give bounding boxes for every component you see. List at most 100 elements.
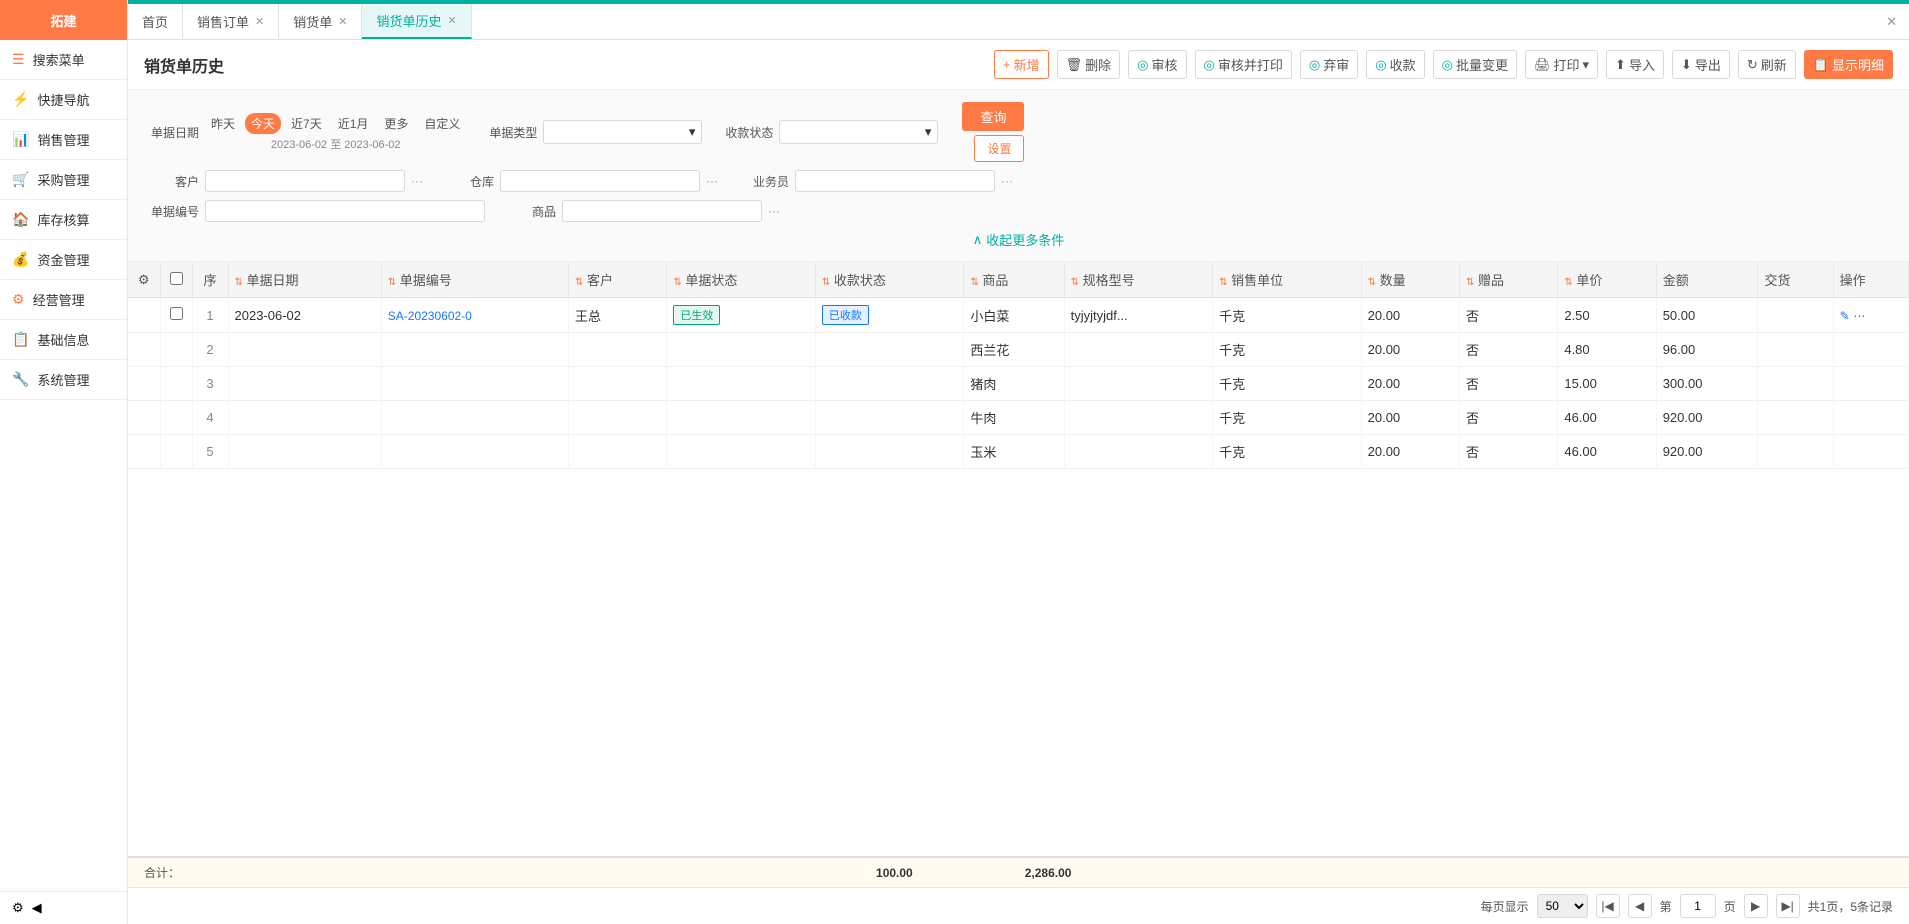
abandon-button[interactable]: ◎ 弃审 xyxy=(1300,50,1358,79)
refresh-button[interactable]: ↻ 刷新 xyxy=(1738,50,1796,79)
setup-button[interactable]: 设置 xyxy=(974,135,1024,162)
collapse-button[interactable]: ∧ 收起更多条件 xyxy=(973,230,1065,249)
delete-button[interactable]: 🗑 删除 xyxy=(1057,50,1121,79)
td-doc-no[interactable] xyxy=(381,367,568,401)
sidebar-item-basic-info[interactable]: 📋 基础信息 xyxy=(0,320,127,360)
settings-icon[interactable]: ⚙ xyxy=(12,900,24,916)
sidebar-item-quick-nav[interactable]: ⚡ 快捷导航 xyxy=(0,80,127,120)
sort-gift-icon[interactable]: ⇅ xyxy=(1466,277,1474,288)
date-tab-1month[interactable]: 近1月 xyxy=(332,113,375,134)
tab-close-all-button[interactable]: ✕ xyxy=(1874,14,1909,30)
td-action[interactable] xyxy=(1833,401,1908,435)
sort-unit-icon[interactable]: ⇅ xyxy=(1219,277,1227,288)
print-button[interactable]: 🖨 打印 ▾ xyxy=(1525,50,1598,79)
customer-input[interactable] xyxy=(205,170,405,192)
select-all-checkbox[interactable] xyxy=(170,272,183,285)
tab-sales-history[interactable]: 销货单历史 ✕ xyxy=(362,4,471,39)
last-page-button[interactable]: ▶| xyxy=(1776,894,1800,918)
td-transaction[interactable] xyxy=(1758,367,1833,401)
warehouse-ellipsis[interactable]: ··· xyxy=(706,174,718,188)
customer-ellipsis[interactable]: ··· xyxy=(411,174,423,188)
sort-goods-icon[interactable]: ⇅ xyxy=(970,277,978,288)
goods-ellipsis[interactable]: ··· xyxy=(768,204,780,218)
doc-no-input[interactable] xyxy=(205,200,485,222)
table-row: 2西兰花千克20.00否4.8096.00 xyxy=(128,333,1909,367)
review-print-button[interactable]: ◎ 审核并打印 xyxy=(1195,50,1292,79)
query-button[interactable]: 查询 xyxy=(962,102,1024,131)
td-doc-no[interactable] xyxy=(381,401,568,435)
collect-button[interactable]: ◎ 收款 xyxy=(1366,50,1424,79)
tab-sales-history-close[interactable]: ✕ xyxy=(448,14,457,27)
td-transaction[interactable] xyxy=(1758,298,1833,333)
add-button[interactable]: + 新增 xyxy=(994,50,1049,79)
collapse-icon[interactable]: ◀ xyxy=(32,900,42,916)
page-number-input[interactable] xyxy=(1680,894,1716,918)
sidebar-item-inventory[interactable]: 🏠 库存核算 xyxy=(0,200,127,240)
doc-type-select[interactable]: ▾ xyxy=(543,120,702,144)
th-spec[interactable]: ⇅ 规格型号 xyxy=(1064,262,1213,298)
export-icon: ⬇ xyxy=(1681,57,1692,73)
tab-sales-goods[interactable]: 销货单 ✕ xyxy=(279,4,362,39)
tab-home[interactable]: 首页 xyxy=(128,4,183,39)
payment-status-select[interactable]: ▾ xyxy=(779,120,938,144)
sort-customer-icon[interactable]: ⇅ xyxy=(575,277,583,288)
sidebar-item-search-menu[interactable]: ☰ 搜索菜单 xyxy=(0,40,127,80)
th-unit-price[interactable]: ⇅ 单价 xyxy=(1558,262,1656,298)
td-action[interactable] xyxy=(1833,333,1908,367)
settings-gear-icon[interactable]: ⚙ xyxy=(138,272,150,287)
th-gift[interactable]: ⇅ 赠品 xyxy=(1459,262,1557,298)
th-pay-status[interactable]: ⇅ 收款状态 xyxy=(815,262,964,298)
staff-ellipsis[interactable]: ··· xyxy=(1001,174,1013,188)
per-page-select[interactable]: 50 20 100 xyxy=(1537,894,1588,918)
td-action[interactable] xyxy=(1833,435,1908,469)
tab-sales-order[interactable]: 销售订单 ✕ xyxy=(183,4,279,39)
sidebar-item-purchase-mgmt[interactable]: 🛒 采购管理 xyxy=(0,160,127,200)
warehouse-input[interactable] xyxy=(500,170,700,192)
th-settings[interactable]: ⚙ xyxy=(128,262,160,298)
sort-spec-icon[interactable]: ⇅ xyxy=(1071,277,1079,288)
th-doc-status[interactable]: ⇅ 单据状态 xyxy=(667,262,816,298)
sidebar-item-sales-mgmt[interactable]: 📊 销售管理 xyxy=(0,120,127,160)
td-spec xyxy=(1064,401,1213,435)
th-doc-no[interactable]: ⇅ 单据编号 xyxy=(381,262,568,298)
td-transaction[interactable] xyxy=(1758,401,1833,435)
tab-sales-order-close[interactable]: ✕ xyxy=(255,15,264,28)
date-tab-yesterday[interactable]: 昨天 xyxy=(205,113,241,134)
td-doc-no[interactable]: SA-20230602-0 xyxy=(381,298,568,333)
export-button[interactable]: ⬇ 导出 xyxy=(1672,50,1730,79)
first-page-button[interactable]: |◀ xyxy=(1596,894,1620,918)
sort-docno-icon[interactable]: ⇅ xyxy=(388,277,396,288)
sort-unitprice-icon[interactable]: ⇅ xyxy=(1564,277,1572,288)
date-tab-today[interactable]: 今天 xyxy=(245,113,281,134)
sort-date-icon[interactable]: ⇅ xyxy=(235,277,243,288)
th-customer[interactable]: ⇅ 客户 xyxy=(568,262,666,298)
th-qty[interactable]: ⇅ 数量 xyxy=(1361,262,1459,298)
show-detail-button[interactable]: 📋 显示明细 xyxy=(1804,50,1893,79)
td-transaction[interactable] xyxy=(1758,333,1833,367)
th-date[interactable]: ⇅ 单据日期 xyxy=(228,262,381,298)
tab-sales-goods-close[interactable]: ✕ xyxy=(338,15,347,28)
td-action[interactable] xyxy=(1833,367,1908,401)
goods-input[interactable] xyxy=(562,200,762,222)
sidebar-item-fund-mgmt[interactable]: 💰 资金管理 xyxy=(0,240,127,280)
td-doc-no[interactable] xyxy=(381,435,568,469)
sidebar-item-ops-mgmt[interactable]: ⚙ 经营管理 xyxy=(0,280,127,320)
sort-qty-icon[interactable]: ⇅ xyxy=(1368,277,1376,288)
prev-page-button[interactable]: ◀ xyxy=(1628,894,1652,918)
sidebar-item-sys-mgmt[interactable]: 🔧 系统管理 xyxy=(0,360,127,400)
td-doc-no[interactable] xyxy=(381,333,568,367)
sort-paystatus-icon[interactable]: ⇅ xyxy=(822,277,830,288)
sort-docstatus-icon[interactable]: ⇅ xyxy=(673,277,681,288)
date-tab-custom[interactable]: 自定义 xyxy=(418,113,466,134)
staff-input[interactable] xyxy=(795,170,995,192)
td-action[interactable]: ✎ ⋯ xyxy=(1833,298,1908,333)
review-button[interactable]: ◎ 审核 xyxy=(1128,50,1186,79)
th-unit[interactable]: ⇅ 销售单位 xyxy=(1213,262,1362,298)
td-transaction[interactable] xyxy=(1758,435,1833,469)
batch-change-button[interactable]: ◎ 批量变更 xyxy=(1433,50,1517,79)
th-goods[interactable]: ⇅ 商品 xyxy=(964,262,1064,298)
date-tab-7days[interactable]: 近7天 xyxy=(285,113,328,134)
date-tab-more[interactable]: 更多 xyxy=(378,113,414,134)
next-page-button[interactable]: ▶ xyxy=(1744,894,1768,918)
import-button[interactable]: ⬆ 导入 xyxy=(1606,50,1664,79)
